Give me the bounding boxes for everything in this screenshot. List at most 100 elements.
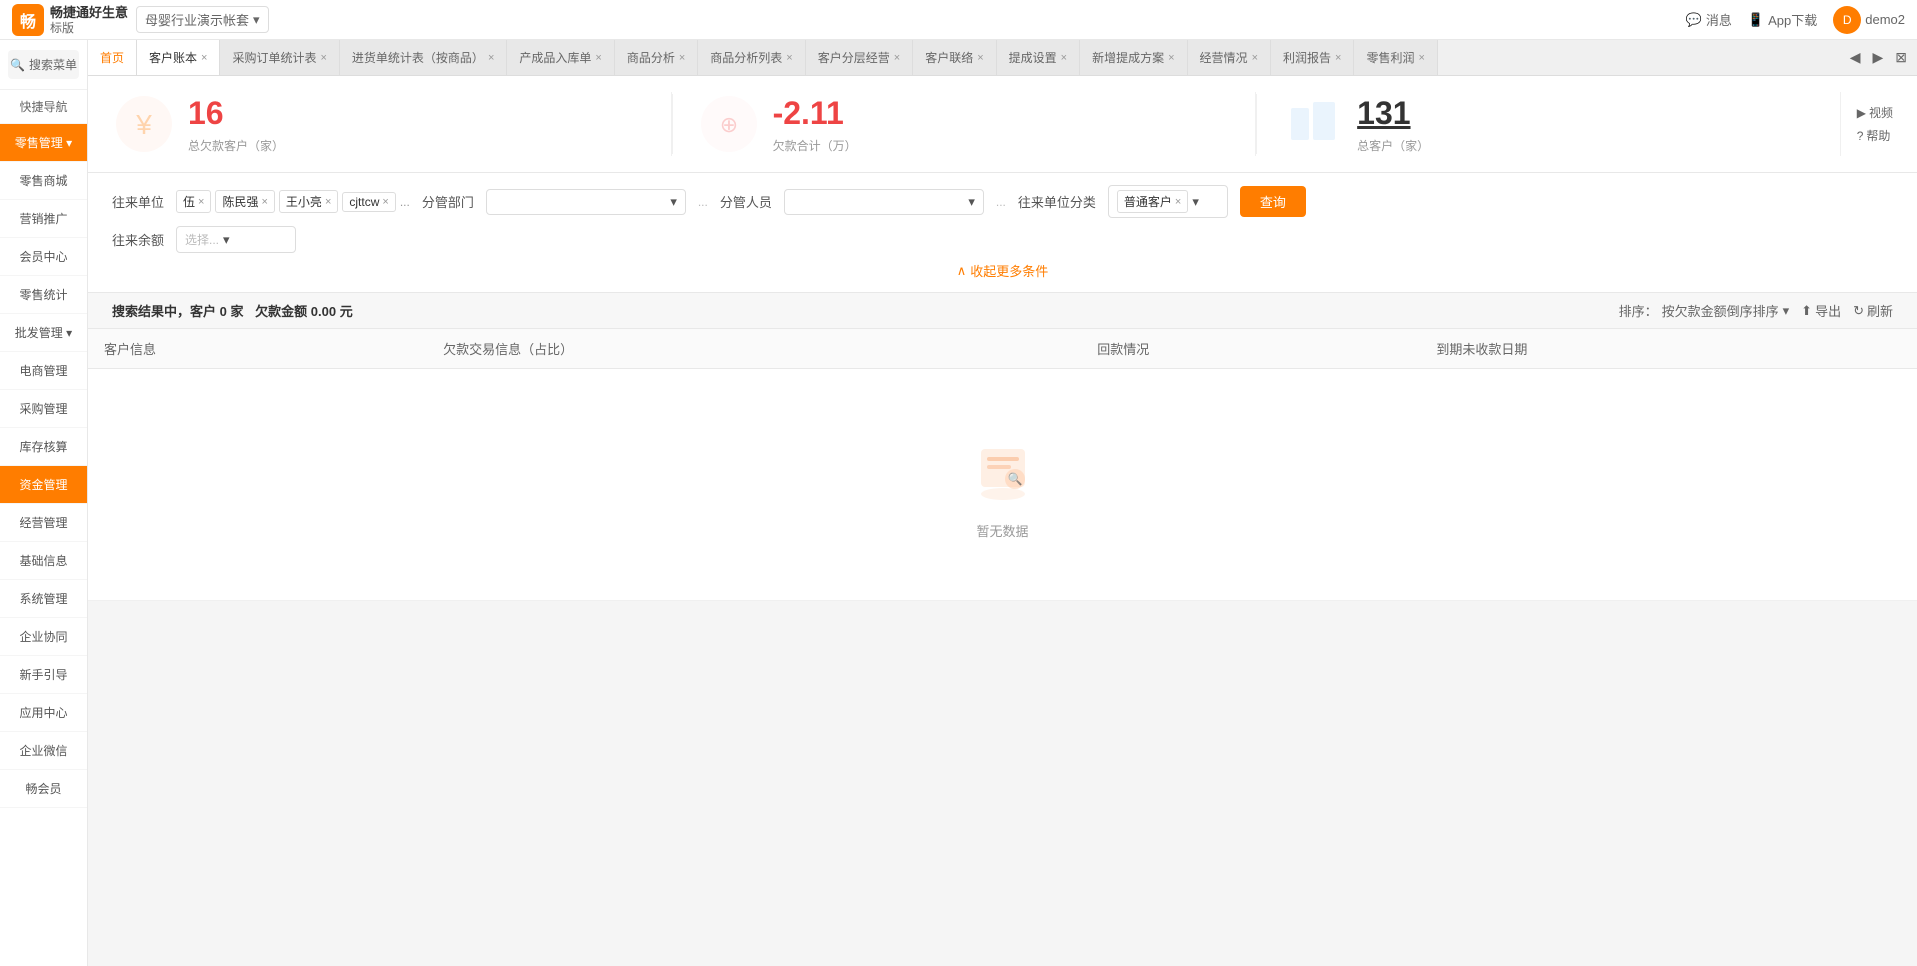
sidebar-item-enterprise-wechat[interactable]: 企业微信: [0, 732, 87, 770]
stats-actions: ▶ 视频 ? 帮助: [1857, 104, 1893, 144]
tab-product-analysis[interactable]: 商品分析 ×: [615, 40, 698, 76]
help-btn[interactable]: ? 帮助: [1857, 127, 1893, 144]
sidebar-item-enterprise-collab[interactable]: 企业协同: [0, 618, 87, 656]
close-tab-icon[interactable]: ×: [1168, 52, 1174, 64]
unit-type-filter-select[interactable]: 普通客户 × ▾: [1108, 185, 1228, 218]
chevron-down-icon: ▾: [253, 12, 260, 28]
tag-close-icon[interactable]: ×: [382, 196, 388, 208]
filter-tag-unit-2[interactable]: 陈民强 ×: [215, 190, 274, 213]
tab-customer-account[interactable]: 客户账本 ×: [137, 40, 220, 76]
logo-area: 畅 畅捷通好生意 标版: [12, 2, 128, 37]
tenant-selector[interactable]: 母婴行业演示帐套 ▾: [136, 6, 269, 33]
tab-home[interactable]: 首页: [88, 40, 137, 76]
dept-filter-select[interactable]: ▾: [486, 189, 686, 215]
logo-text-block: 畅捷通好生意 标版: [50, 2, 128, 37]
sidebar-item-retail-mgmt[interactable]: 零售管理 ▾: [0, 124, 87, 162]
sidebar-item-member-vip[interactable]: 畅会员: [0, 770, 87, 808]
th-debt-info: 欠款交易信息（占比）: [427, 329, 1081, 369]
close-tab-icon[interactable]: ×: [201, 52, 207, 64]
top-bar-right: 💬 消息 📱 App下载 D demo2: [1686, 6, 1905, 34]
tag-close-icon[interactable]: ×: [1175, 196, 1181, 208]
avatar: D: [1833, 6, 1861, 34]
filter-tag-unit-1[interactable]: 伍 ×: [176, 190, 211, 213]
tab-customer-segment[interactable]: 客户分层经营 ×: [806, 40, 913, 76]
sidebar-item-purchase-mgmt[interactable]: 采购管理: [0, 390, 87, 428]
filter-tag-unit-4[interactable]: cjttcw ×: [342, 192, 395, 212]
sidebar-item-retail-mall[interactable]: 零售商城: [0, 162, 87, 200]
sidebar-item-app-center[interactable]: 应用中心: [0, 694, 87, 732]
close-tab-icon[interactable]: ×: [679, 52, 685, 64]
sidebar-item-marketing[interactable]: 营销推广: [0, 200, 87, 238]
tabs-left-btn[interactable]: ◀: [1846, 47, 1865, 68]
filter-area: 往来单位 伍 × 陈民强 × 王小亮 ×: [88, 173, 1917, 293]
tab-new-achievement-plan[interactable]: 新增提成方案 ×: [1080, 40, 1187, 76]
message-btn[interactable]: 💬 消息: [1686, 10, 1732, 29]
dept-more-icon[interactable]: ...: [698, 195, 708, 209]
tabs-right-btn[interactable]: ▶: [1868, 47, 1887, 68]
table-container: 客户信息 欠款交易信息（占比） 回款情况 到期未收款日期: [88, 329, 1917, 601]
tabs-controls: ◀ ▶ ⊠: [1840, 47, 1917, 68]
tag-close-icon[interactable]: ×: [325, 196, 331, 208]
video-btn[interactable]: ▶ 视频: [1857, 104, 1893, 121]
sidebar-search-area: 🔍 搜索菜单: [0, 40, 87, 90]
empty-state: 🔍 暂无数据: [88, 369, 1917, 600]
tab-purchase-order-stats[interactable]: 采购订单统计表 ×: [220, 40, 339, 76]
app-download-btn[interactable]: 📱 App下载: [1748, 10, 1817, 29]
close-tab-icon[interactable]: ×: [894, 52, 900, 64]
filter-tag-unit-3[interactable]: 王小亮 ×: [279, 190, 338, 213]
user-avatar-btn[interactable]: D demo2: [1833, 6, 1905, 34]
staff-more-icon[interactable]: ...: [996, 195, 1006, 209]
more-tags-btn[interactable]: ...: [400, 195, 410, 209]
tag-close-icon[interactable]: ×: [198, 196, 204, 208]
sidebar-item-new-guide[interactable]: 新手引导: [0, 656, 87, 694]
logo-char: 畅: [20, 8, 36, 32]
unit-type-tag[interactable]: 普通客户 ×: [1117, 190, 1188, 213]
close-tab-icon[interactable]: ×: [786, 52, 792, 64]
close-tab-icon[interactable]: ×: [977, 52, 983, 64]
stat-info-total: 131 总客户（家）: [1357, 94, 1429, 153]
search-menu-button[interactable]: 🔍 搜索菜单: [8, 50, 79, 79]
search-icon: 🔍: [10, 58, 25, 72]
collapse-btn[interactable]: ∧ 收起更多条件: [957, 261, 1049, 280]
export-btn[interactable]: ⬆ 导出: [1801, 301, 1841, 320]
empty-illustration: 🔍: [963, 429, 1043, 509]
sidebar-item-inventory-check[interactable]: 库存核算: [0, 428, 87, 466]
tab-purchase-stats-by-product[interactable]: 进货单统计表（按商品） ×: [340, 40, 507, 76]
tab-profit-report[interactable]: 利润报告 ×: [1271, 40, 1354, 76]
sort-select[interactable]: 排序： 按欠款金额倒序排序 ▾: [1619, 301, 1790, 320]
staff-filter-select[interactable]: ▾: [784, 189, 984, 215]
tab-customer-contact[interactable]: 客户联络 ×: [913, 40, 996, 76]
refresh-btn[interactable]: ↻ 刷新: [1853, 301, 1893, 320]
sidebar-item-quick-nav[interactable]: 快捷导航: [0, 90, 87, 124]
close-tab-icon[interactable]: ×: [1335, 52, 1341, 64]
close-tab-icon[interactable]: ×: [320, 52, 326, 64]
sidebar-item-system-mgmt[interactable]: 系统管理: [0, 580, 87, 618]
sidebar-item-operation-mgmt[interactable]: 经营管理: [0, 504, 87, 542]
tab-retail-profit[interactable]: 零售利润 ×: [1354, 40, 1437, 76]
unit-type-filter-label: 往来单位分类: [1018, 192, 1096, 211]
tab-product-analysis-list[interactable]: 商品分析列表 ×: [698, 40, 805, 76]
stat-info-debt: -2.11 欠款合计（万）: [773, 94, 857, 153]
tab-reminder-settings[interactable]: 提成设置 ×: [997, 40, 1080, 76]
close-tab-icon[interactable]: ×: [488, 52, 494, 64]
empty-state-row: 🔍 暂无数据: [88, 369, 1917, 601]
close-tab-icon[interactable]: ×: [1061, 52, 1067, 64]
query-button[interactable]: 查询: [1240, 186, 1306, 217]
tab-business-situation[interactable]: 经营情况 ×: [1188, 40, 1271, 76]
sidebar-item-capital-mgmt[interactable]: 资金管理: [0, 466, 87, 504]
balance-filter-input[interactable]: 选择... ▾: [176, 226, 296, 253]
tag-close-icon[interactable]: ×: [261, 196, 267, 208]
close-tab-icon[interactable]: ×: [595, 52, 601, 64]
tabs-expand-btn[interactable]: ⊠: [1891, 47, 1911, 68]
sidebar: 🔍 搜索菜单 快捷导航 零售管理 ▾ 零售商城 营销推广 会员中心 零售统计 批…: [0, 40, 88, 966]
tab-production-in[interactable]: 产成品入库单 ×: [507, 40, 614, 76]
sidebar-item-basic-info[interactable]: 基础信息: [0, 542, 87, 580]
sidebar-item-wholesale-mgmt[interactable]: 批发管理 ▾: [0, 314, 87, 352]
sidebar-item-retail-stats[interactable]: 零售统计: [0, 276, 87, 314]
th-repayment: 回款情况: [1081, 329, 1420, 369]
close-tab-icon[interactable]: ×: [1418, 52, 1424, 64]
close-tab-icon[interactable]: ×: [1252, 52, 1258, 64]
collapse-icon: ∧: [957, 263, 967, 279]
sidebar-item-ecommerce-mgmt[interactable]: 电商管理: [0, 352, 87, 390]
sidebar-item-member-center[interactable]: 会员中心: [0, 238, 87, 276]
